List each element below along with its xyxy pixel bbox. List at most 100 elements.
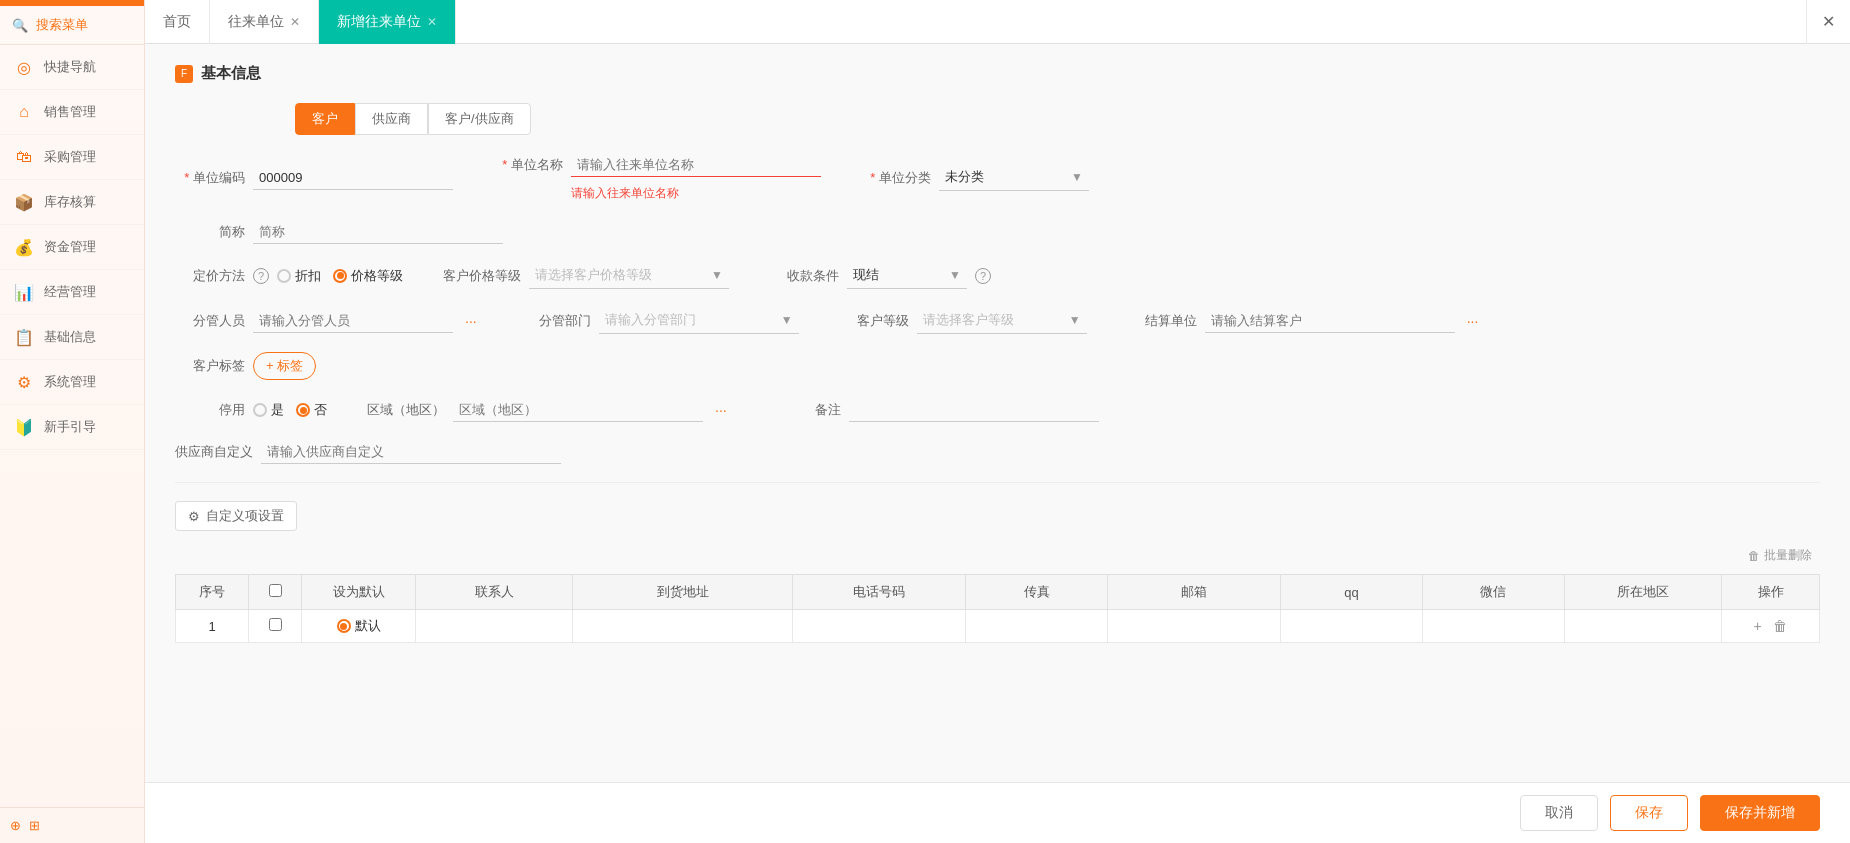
tab-partner-list-close[interactable]: ✕ [290,15,300,29]
row-select[interactable] [269,618,282,631]
row-qq-input[interactable] [1316,619,1386,634]
disable-yes-option[interactable]: 是 [253,401,284,419]
purchase-icon: 🛍 [14,147,34,167]
search-icon: 🔍 [12,18,28,33]
alias-group: 简称 [175,220,503,244]
col-index: 序号 [176,575,249,610]
pricing-discount-option[interactable]: 折扣 [277,267,321,285]
row-delete-btn[interactable]: 🗑 [1769,616,1791,636]
unit-name-group: 单位名称 请输入往来单位名称 [493,153,821,202]
row-wechat-input[interactable] [1458,619,1528,634]
tab-partner-list[interactable]: 往来单位 ✕ [210,0,319,44]
batch-delete-row: 🗑 批量删除 [175,543,1820,568]
row-location-input[interactable] [1603,619,1683,634]
payment-terms-help-icon[interactable]: ? [975,268,991,284]
tab-bar: 首页 往来单位 ✕ 新增往来单位 ✕ ✕ [145,0,1850,44]
unit-code-label: 单位编码 [175,169,245,187]
unit-code-group: 单位编码 [175,166,453,190]
sidebar-item-label: 销售管理 [44,103,96,121]
cancel-button[interactable]: 取消 [1520,795,1598,831]
row-actions: + 🗑 [1722,610,1820,643]
unit-type-both-btn[interactable]: 客户/供应商 [428,103,531,135]
sidebar-item-inventory[interactable]: 📦 库存核算 [0,180,144,225]
sidebar-item-operations[interactable]: 📊 经营管理 [0,270,144,315]
disable-radio-group: 是 否 [253,401,327,419]
section-divider [175,482,1820,483]
pricing-level-option[interactable]: 价格等级 [333,267,403,285]
col-qq: qq [1280,575,1422,610]
unit-name-error: 请输入往来单位名称 [571,186,679,200]
sidebar-item-quick-nav[interactable]: ◎ 快捷导航 [0,45,144,90]
row-add-btn[interactable]: + [1750,616,1766,636]
table-select-all[interactable] [269,584,282,597]
sidebar-item-basic[interactable]: 📋 基础信息 [0,315,144,360]
supplier-custom-group: 供应商自定义 [175,440,561,464]
inventory-icon: 📦 [14,192,34,212]
disable-no-option[interactable]: 否 [296,401,327,419]
supplier-custom-input[interactable] [261,440,561,464]
unit-type-customer-btn[interactable]: 客户 [295,103,355,135]
region-input[interactable] [453,398,703,422]
sidebar-item-sales[interactable]: ⌂ 销售管理 [0,90,144,135]
sidebar-item-purchase[interactable]: 🛍 采购管理 [0,135,144,180]
row-email [1107,610,1280,643]
batch-delete-btn[interactable]: 🗑 批量删除 [1740,543,1820,568]
region-group: 区域（地区） ··· [367,398,731,422]
save-button[interactable]: 保存 [1610,795,1688,831]
customer-price-level-select[interactable]: 请选择客户价格等级 ▼ [529,262,729,289]
supplier-custom-label: 供应商自定义 [175,443,253,461]
section-title: 基本信息 [201,64,261,83]
remark-input[interactable] [849,398,1099,422]
row-default-radio-item[interactable]: 默认 [312,617,405,635]
manager-input[interactable] [253,309,453,333]
sidebar-bottom: ⊕ ⊞ [0,807,144,843]
alias-input[interactable] [253,220,503,244]
payment-terms-select[interactable]: 现结 ▼ [847,262,967,289]
tab-new-partner-close[interactable]: ✕ [427,15,437,29]
department-select[interactable]: 请输入分管部门 ▼ [599,307,799,334]
pricing-method-group: 定价方法 ? 折扣 价格等级 [175,267,403,285]
col-contact: 联系人 [416,575,573,610]
contact-table: 序号 设为默认 联系人 到货地址 电话号码 传真 邮箱 qq 微信 所在地区 操… [175,574,1820,643]
customer-tag-row: 客户标签 + 标签 [175,352,1820,380]
unit-type-supplier-btn[interactable]: 供应商 [355,103,428,135]
disable-row: 停用 是 否 区域（地区） ··· 备注 [175,398,1820,422]
row-address-input[interactable] [623,619,743,634]
unit-code-input[interactable] [253,166,453,190]
save-new-button[interactable]: 保存并新增 [1700,795,1820,831]
tab-new-partner[interactable]: 新增往来单位 ✕ [319,0,456,44]
pricing-row: 定价方法 ? 折扣 价格等级 客户价格等级 请选择客户价格等级 [175,262,1820,289]
settlement-unit-input[interactable] [1205,309,1455,333]
disable-yes-label: 是 [271,401,284,419]
sidebar-item-label: 系统管理 [44,373,96,391]
tab-home-label: 首页 [163,13,191,31]
unit-category-select[interactable]: 未分类 ▼ [939,164,1089,191]
pricing-level-radio [333,269,347,283]
region-more-btn[interactable]: ··· [711,402,731,418]
row-checkbox [249,610,302,643]
pricing-help-icon[interactable]: ? [253,268,269,284]
row-email-input[interactable] [1149,619,1239,634]
row-contact-input[interactable] [454,619,534,634]
sidebar-item-system[interactable]: ⚙ 系统管理 [0,360,144,405]
settlement-unit-more-btn[interactable]: ··· [1463,313,1483,329]
payment-terms-group: 收款条件 现结 ▼ ? [769,262,991,289]
sidebar-search[interactable]: 🔍 搜索菜单 [0,6,144,45]
unit-name-input[interactable] [571,153,821,177]
section-icon: F [175,65,193,83]
tab-home[interactable]: 首页 [145,0,210,44]
row-fax-input[interactable] [1002,619,1072,634]
manager-more-btn[interactable]: ··· [461,313,481,329]
sidebar-item-finance[interactable]: 💰 资金管理 [0,225,144,270]
sidebar-item-guide[interactable]: 🔰 新手引导 [0,405,144,450]
customer-price-level-placeholder: 请选择客户价格等级 [535,266,652,284]
window-close-button[interactable]: ✕ [1806,0,1850,44]
add-tag-btn[interactable]: + 标签 [253,352,316,380]
pricing-discount-label: 折扣 [295,267,321,285]
row-default: 默认 [302,610,416,643]
content-area: F 基本信息 客户 供应商 客户/供应商 单位编码 单位名称 [145,44,1850,782]
row-phone-input[interactable] [834,619,924,634]
custom-settings-btn[interactable]: ⚙ 自定义项设置 [175,501,297,531]
customer-level-select[interactable]: 请选择客户等级 ▼ [917,307,1087,334]
section-header: F 基本信息 [175,64,1820,83]
